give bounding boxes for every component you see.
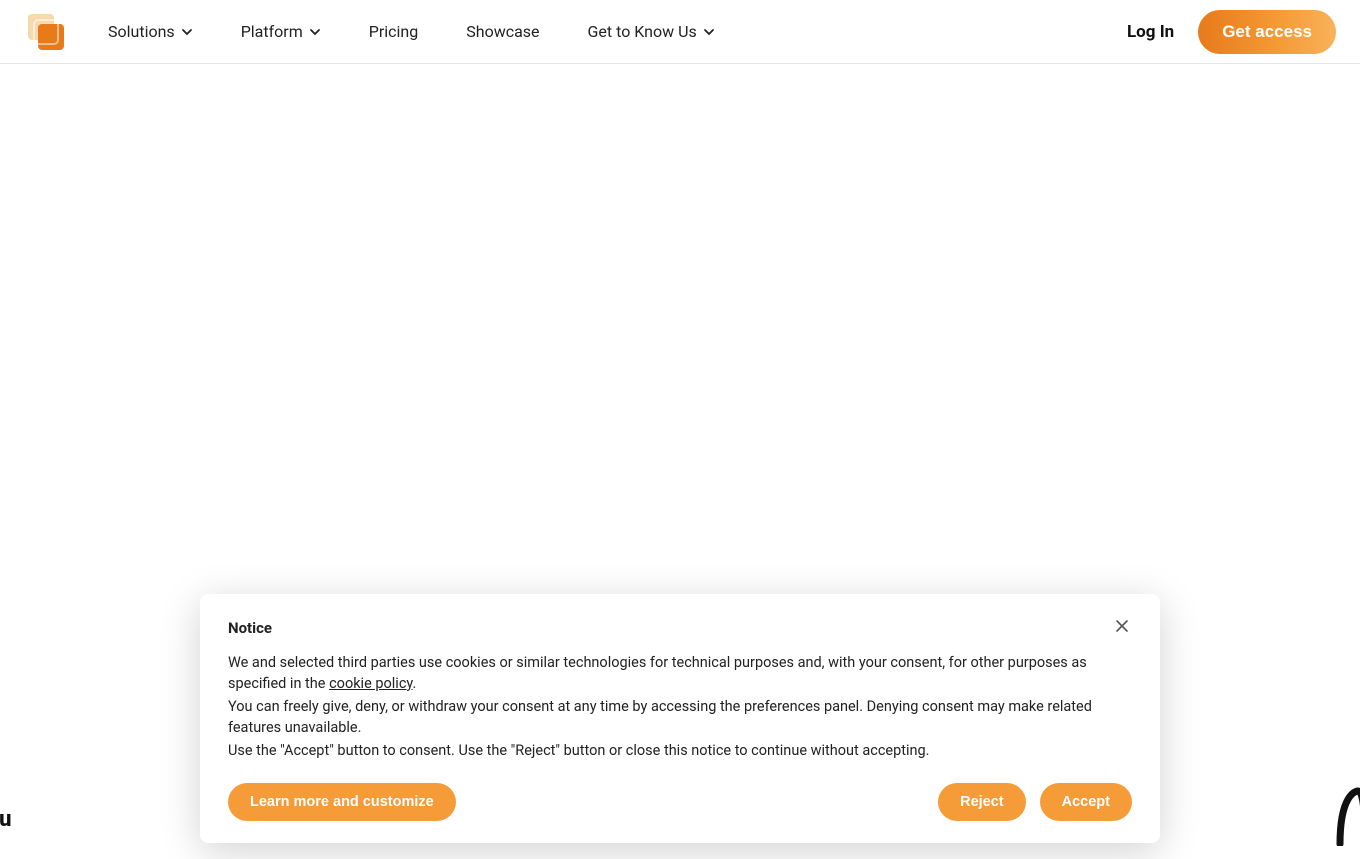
- main-header: Solutions Platform Pricing Showcase Get …: [0, 0, 1360, 64]
- cookie-banner-body: We and selected third parties use cookie…: [228, 652, 1132, 761]
- cookie-paragraph-2: You can freely give, deny, or withdraw y…: [228, 696, 1132, 738]
- nav-platform[interactable]: Platform: [241, 22, 321, 41]
- get-access-button[interactable]: Get access: [1198, 10, 1336, 54]
- nav-get-to-know-us[interactable]: Get to Know Us: [588, 22, 715, 41]
- reject-button[interactable]: Reject: [938, 783, 1026, 821]
- nav-label: Platform: [241, 22, 303, 41]
- nav-label: Pricing: [369, 22, 419, 41]
- cookie-banner-title: Notice: [228, 619, 272, 637]
- cookie-paragraph-3: Use the "Accept" button to consent. Use …: [228, 740, 1132, 761]
- mcdonalds-arches-icon: [1330, 786, 1360, 846]
- chevron-down-icon: [181, 26, 193, 38]
- brand-logo-dentsu: entsu: [0, 807, 10, 832]
- nav-label: Showcase: [466, 22, 539, 41]
- nav-label: Get to Know Us: [588, 22, 697, 41]
- cookie-banner-header: Notice: [228, 618, 1132, 638]
- chevron-down-icon: [703, 26, 715, 38]
- chevron-down-icon: [309, 26, 321, 38]
- nav-label: Solutions: [108, 22, 175, 41]
- cookie-paragraph-1: We and selected third parties use cookie…: [228, 652, 1132, 694]
- cookie-policy-link[interactable]: cookie policy: [329, 675, 412, 692]
- nav-showcase[interactable]: Showcase: [466, 22, 539, 41]
- nav-solutions[interactable]: Solutions: [108, 22, 193, 41]
- nav-pricing[interactable]: Pricing: [369, 22, 419, 41]
- cookie-text: .: [413, 675, 417, 692]
- header-actions: Log In Get access: [1127, 10, 1336, 54]
- close-button[interactable]: [1112, 618, 1132, 638]
- brand-logo[interactable]: [24, 10, 68, 54]
- close-icon: [1115, 617, 1129, 638]
- cookie-consent-banner: Notice We and selected third parties use…: [200, 594, 1160, 843]
- cookie-banner-actions: Learn more and customize Reject Accept: [228, 783, 1132, 821]
- brand-logo-mcdonalds: [1330, 786, 1360, 852]
- learn-more-button[interactable]: Learn more and customize: [228, 783, 456, 821]
- main-nav: Solutions Platform Pricing Showcase Get …: [108, 22, 715, 41]
- login-link[interactable]: Log In: [1127, 22, 1174, 42]
- accept-button[interactable]: Accept: [1040, 783, 1132, 821]
